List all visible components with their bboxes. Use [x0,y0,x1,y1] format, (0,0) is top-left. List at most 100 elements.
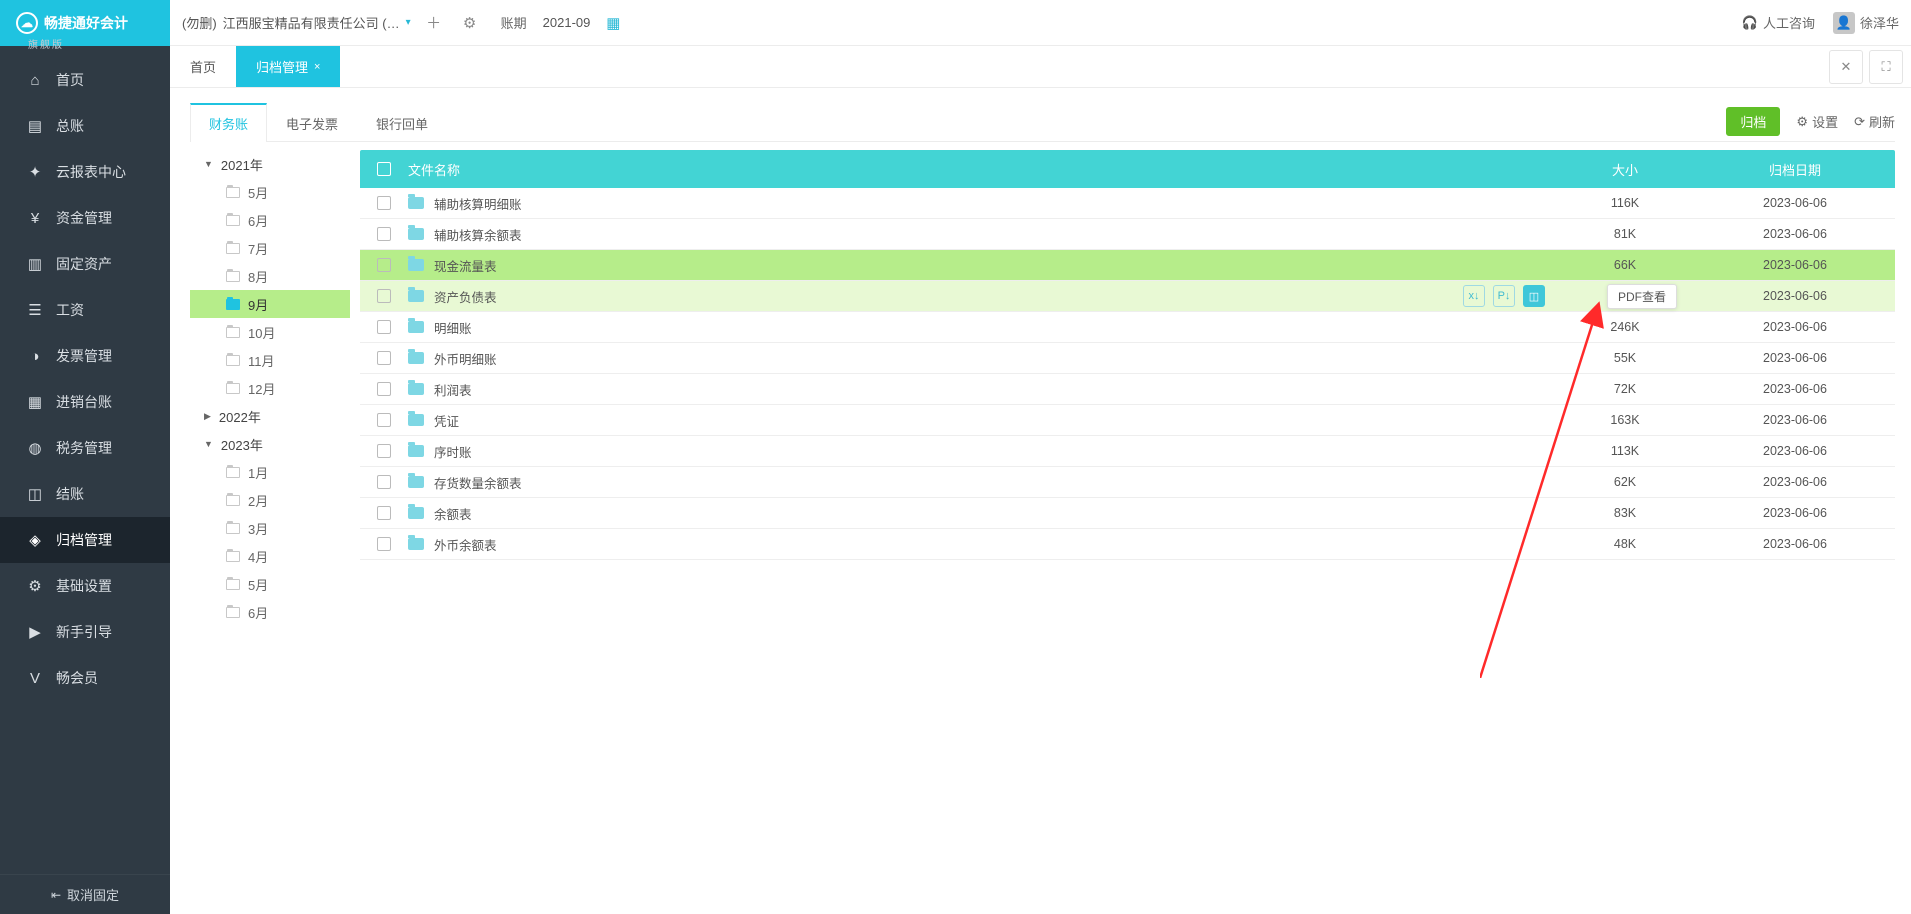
row-checkbox[interactable] [377,537,391,551]
nav-label: 进销台账 [56,392,112,412]
table-row[interactable]: 存货数量余额表 62K 2023-06-06 [360,467,1895,498]
report-icon: ✦ [26,163,44,181]
download-excel-icon[interactable]: x↓ [1463,285,1485,307]
row-checkbox[interactable] [377,351,391,365]
row-checkbox[interactable] [377,475,391,489]
tree-month[interactable]: 5月 [190,570,350,598]
file-name-cell: 外币余额表 [408,535,1555,554]
tree-month[interactable]: 12月 [190,374,350,402]
select-all-checkbox[interactable] [377,162,391,176]
unpin-sidebar[interactable]: ⇤ 取消固定 [0,874,170,914]
table-row[interactable]: 辅助核算余额表 81K 2023-06-06 [360,219,1895,250]
row-checkbox[interactable] [377,258,391,272]
tree-month[interactable]: 9月 [190,290,350,318]
tree-year[interactable]: ▼2023年 [190,430,350,458]
nav-item-report[interactable]: ✦云报表中心 [0,149,170,195]
fund-icon: ¥ [26,210,44,227]
nav-item-home[interactable]: ⌂首页 [0,57,170,103]
chevron-down-icon: ▾ [406,17,411,28]
table-row[interactable]: 外币余额表 48K 2023-06-06 [360,529,1895,560]
tree-year[interactable]: ▶2022年 [190,402,350,430]
nav-item-guide[interactable]: ▶新手引导 [0,609,170,655]
refresh-link[interactable]: ⟳ 刷新 [1854,112,1895,131]
table-row[interactable]: 现金流量表 66K 2023-06-06 [360,250,1895,281]
file-name-cell: 序时账 [408,442,1555,461]
consult-link[interactable]: 🎧 人工咨询 [1742,13,1815,32]
folder-icon [226,467,240,478]
file-date: 2023-06-06 [1695,475,1895,489]
row-checkbox[interactable] [377,320,391,334]
row-checkbox[interactable] [377,444,391,458]
tree-month[interactable]: 8月 [190,262,350,290]
table-row[interactable]: 外币明细账 55K 2023-06-06 [360,343,1895,374]
nav-item-asset[interactable]: ▥固定资产 [0,241,170,287]
view-pdf-icon[interactable]: ◫ [1523,285,1545,307]
header-size[interactable]: 大小 [1555,160,1695,179]
gear-icon[interactable]: ⚙ [457,10,483,36]
file-size: 83K [1555,506,1695,520]
tree-month[interactable]: 6月 [190,598,350,626]
row-checkbox[interactable] [377,413,391,427]
download-pdf-icon[interactable]: P↓ [1493,285,1515,307]
nav-label: 新手引导 [56,622,112,642]
row-checkbox[interactable] [377,382,391,396]
file-date: 2023-06-06 [1695,227,1895,241]
row-checkbox[interactable] [377,196,391,210]
main-tab[interactable]: 归档管理× [236,46,340,87]
header-name[interactable]: 文件名称 [408,160,1555,179]
tree-month[interactable]: 11月 [190,346,350,374]
close-tab-button[interactable]: ✕ [1829,50,1863,84]
tree-month[interactable]: 6月 [190,206,350,234]
table-body: 辅助核算明细账 116K 2023-06-06 辅助核算余额表 81K 2023… [360,188,1895,904]
tree-month[interactable]: 10月 [190,318,350,346]
file-date: 2023-06-06 [1695,258,1895,272]
tree-month[interactable]: 2月 [190,486,350,514]
row-checkbox[interactable] [377,506,391,520]
table-row[interactable]: 凭证 163K 2023-06-06 [360,405,1895,436]
sub-tab[interactable]: 电子发票 [267,103,357,142]
archive-button[interactable]: 归档 [1726,107,1780,136]
tree-year[interactable]: ▼2021年 [190,150,350,178]
table-row[interactable]: 利润表 72K 2023-06-06 [360,374,1895,405]
header-date[interactable]: 归档日期 [1695,160,1895,179]
fullscreen-button[interactable]: ⛶ [1869,50,1903,84]
file-name: 外币明细账 [434,349,497,368]
table-row[interactable]: 余额表 83K 2023-06-06 [360,498,1895,529]
company-selector[interactable]: (勿删) 江西服宝精品有限责任公司 (… ▾ [182,13,411,32]
table-row[interactable]: 资产负债表 x↓ P↓ ◫ 1K 2023-06-06 PDF查看 [360,281,1895,312]
add-button[interactable]: ＋ [421,10,447,36]
nav-item-salary[interactable]: ☰工资 [0,287,170,333]
nav-item-vip[interactable]: V畅会员 [0,655,170,701]
period-value[interactable]: 2021-09 [543,15,591,30]
nav-label: 畅会员 [56,668,98,688]
tree-month[interactable]: 7月 [190,234,350,262]
tree-month[interactable]: 1月 [190,458,350,486]
nav-item-tax[interactable]: ◍税务管理 [0,425,170,471]
nav-item-ledger[interactable]: ▤总账 [0,103,170,149]
nav-item-setting[interactable]: ⚙基础设置 [0,563,170,609]
folder-icon [226,327,240,338]
tree-month[interactable]: 5月 [190,178,350,206]
nav-item-close[interactable]: ◫结账 [0,471,170,517]
table-row[interactable]: 序时账 113K 2023-06-06 [360,436,1895,467]
main-tab[interactable]: 首页 [170,46,236,87]
settings-link[interactable]: ⚙ 设置 [1796,112,1838,131]
user-menu[interactable]: 👤 徐泽华 [1833,12,1899,34]
nav-item-invoice[interactable]: ◑发票管理 [0,333,170,379]
row-checkbox[interactable] [377,227,391,241]
nav-item-fund[interactable]: ¥资金管理 [0,195,170,241]
tree-month[interactable]: 4月 [190,542,350,570]
calendar-icon[interactable]: ▦ [600,10,626,36]
nav-item-archive[interactable]: ◈归档管理 [0,517,170,563]
close-icon[interactable]: × [314,61,320,73]
row-checkbox[interactable] [377,289,391,303]
sub-tab[interactable]: 财务账 [190,103,267,142]
tree-month[interactable]: 3月 [190,514,350,542]
table-row[interactable]: 明细账 246K 2023-06-06 [360,312,1895,343]
nav-item-stock[interactable]: ▦进销台账 [0,379,170,425]
salary-icon: ☰ [26,301,44,319]
sub-tab[interactable]: 银行回单 [357,103,447,142]
file-date: 2023-06-06 [1695,444,1895,458]
folder-icon [408,259,424,271]
table-row[interactable]: 辅助核算明细账 116K 2023-06-06 [360,188,1895,219]
